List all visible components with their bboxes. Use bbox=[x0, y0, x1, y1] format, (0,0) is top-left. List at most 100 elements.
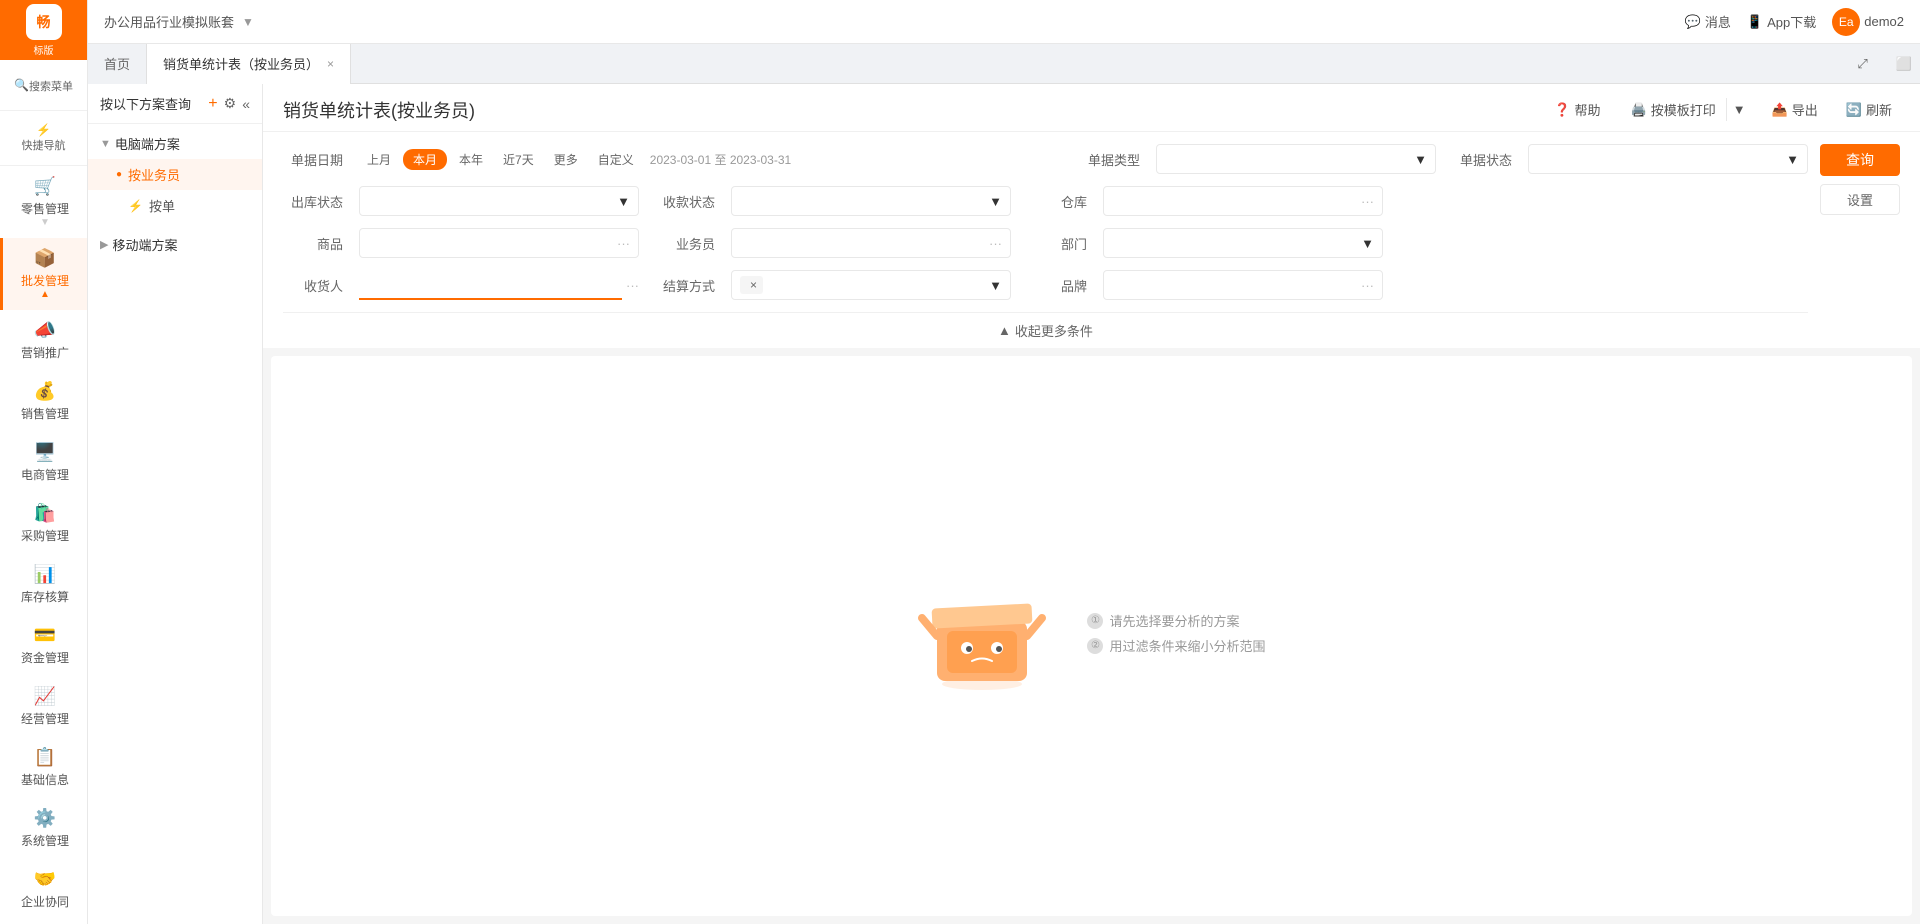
system-icon: ⚙️ bbox=[34, 808, 56, 829]
add-scheme-icon[interactable]: + bbox=[208, 95, 217, 113]
collapse-conditions-bar[interactable]: ▲ 收起更多条件 bbox=[283, 312, 1808, 348]
settlement-clear-icon[interactable]: × bbox=[750, 278, 757, 292]
doc-type-select[interactable]: ▼ bbox=[1156, 144, 1436, 174]
sidebar-item-sales[interactable]: 💰 销售管理 bbox=[0, 371, 87, 432]
sidebar-item-newbie[interactable]: 🎯 新手引导 bbox=[0, 920, 87, 924]
goods-dots[interactable]: ··· bbox=[617, 236, 630, 251]
date-tab-custom[interactable]: 自定义 bbox=[590, 149, 642, 170]
app-download-action[interactable]: 📱 App下载 bbox=[1747, 12, 1816, 31]
doc-status-select[interactable]: ▼ bbox=[1528, 144, 1808, 174]
settings-button[interactable]: 设置 bbox=[1820, 184, 1900, 215]
date-tab-this-month[interactable]: 本月 bbox=[403, 149, 447, 170]
warehouse-dots[interactable]: ··· bbox=[1361, 194, 1374, 209]
scheme-item-by-order[interactable]: ⚡ 按单 bbox=[88, 190, 262, 221]
date-tab-more[interactable]: 更多 bbox=[546, 149, 586, 170]
avatar: Ea bbox=[1832, 8, 1860, 36]
department-label: 部门 bbox=[1027, 234, 1087, 253]
empty-tip-1: ① 请先选择要分析的方案 bbox=[1087, 611, 1265, 630]
print-button[interactable]: 🖨️ 按模板打印 bbox=[1621, 96, 1726, 123]
salesperson-dots[interactable]: ··· bbox=[989, 236, 1002, 251]
wholesale-label: 批发管理 bbox=[21, 272, 69, 289]
department-select[interactable]: ▼ bbox=[1103, 228, 1383, 258]
industry-dropdown-arrow[interactable]: ▼ bbox=[242, 15, 254, 29]
collapse-icon: ▲ bbox=[998, 323, 1011, 338]
tab-maximize-button[interactable]: ⬜ bbox=[1888, 56, 1920, 72]
sidebar-item-wholesale[interactable]: 📦 批发管理 ▲ bbox=[0, 238, 87, 310]
export-button[interactable]: 📤 导出 bbox=[1764, 96, 1826, 123]
collapse-panel-icon[interactable]: « bbox=[242, 96, 250, 112]
out-status-select[interactable]: ▼ bbox=[359, 186, 639, 216]
desktop-scheme-header[interactable]: ▼ 电脑端方案 bbox=[88, 128, 262, 159]
sales-label: 销售管理 bbox=[21, 405, 69, 422]
app-logo[interactable]: 畅 标版 bbox=[0, 0, 87, 60]
sidebar-item-operation[interactable]: 📈 经营管理 bbox=[0, 676, 87, 737]
doc-status-label: 单据状态 bbox=[1452, 150, 1512, 169]
app-subtitle: 标版 bbox=[34, 42, 54, 57]
user-profile[interactable]: Ea demo2 bbox=[1832, 8, 1904, 36]
filter-row-1: 单据日期 上月 本月 本年 近7天 更多 自定义 20 bbox=[283, 144, 1808, 174]
receiver-input[interactable] bbox=[359, 270, 622, 300]
tab-expand-button[interactable]: ⤢ bbox=[1845, 56, 1879, 72]
receiver-dots[interactable]: ··· bbox=[626, 278, 639, 293]
date-tab-this-year[interactable]: 本年 bbox=[451, 149, 491, 170]
goods-select[interactable]: ··· bbox=[359, 228, 639, 258]
tab-sales-stats[interactable]: 销货单统计表（按业务员） × bbox=[147, 44, 351, 84]
action-buttons-column: 查询 设置 bbox=[1820, 144, 1900, 215]
left-query-panel: 按以下方案查询 + ⚙ « ▼ 电脑端方案 ● 按业务员 ⚡ 按 bbox=[88, 84, 263, 924]
quick-nav-section: ⚡ 快捷导航 bbox=[0, 111, 87, 166]
maximize-icon: ⬜ bbox=[1896, 56, 1912, 71]
receiver-value: ··· bbox=[359, 270, 639, 300]
help-button[interactable]: ❓ 帮助 bbox=[1546, 96, 1608, 123]
print-dropdown-arrow[interactable]: ▼ bbox=[1726, 98, 1752, 121]
brand-select[interactable]: ··· bbox=[1103, 270, 1383, 300]
date-tab-last-month[interactable]: 上月 bbox=[359, 149, 399, 170]
sidebar-item-inventory[interactable]: 📊 库存核算 bbox=[0, 554, 87, 615]
sidebar-item-purchase[interactable]: 🛍️ 采购管理 bbox=[0, 493, 87, 554]
out-status-arrow: ▼ bbox=[617, 194, 630, 209]
purchase-label: 采购管理 bbox=[21, 527, 69, 544]
operation-label: 经营管理 bbox=[21, 710, 69, 727]
filter-row-2: 出库状态 ▼ 收款状态 ▼ bbox=[283, 186, 1808, 216]
scheme-item-by-salesperson[interactable]: ● 按业务员 bbox=[88, 159, 262, 190]
sidebar-item-finance[interactable]: 💳 资金管理 bbox=[0, 615, 87, 676]
sidebar-item-enterprise[interactable]: 🤝 企业协同 bbox=[0, 859, 87, 920]
tab-close-icon[interactable]: × bbox=[327, 57, 334, 71]
tab-home[interactable]: 首页 bbox=[88, 44, 147, 84]
mobile-scheme-header[interactable]: ▶ 移动端方案 bbox=[88, 229, 262, 260]
refresh-label: 刷新 bbox=[1866, 100, 1892, 119]
section-arrow-down: ▼ bbox=[100, 138, 111, 150]
topbar-right: 💬 消息 📱 App下载 Ea demo2 bbox=[1685, 8, 1904, 36]
username-label: demo2 bbox=[1864, 14, 1904, 29]
settlement-select[interactable]: × ▼ bbox=[731, 270, 1011, 300]
settlement-clear-tag[interactable]: × bbox=[740, 276, 763, 294]
export-icon: 📤 bbox=[1772, 102, 1788, 118]
date-tab-7days[interactable]: 近7天 bbox=[495, 149, 542, 170]
tip-text-1: 请先选择要分析的方案 bbox=[1109, 611, 1239, 630]
marketing-label: 营销推广 bbox=[21, 344, 69, 361]
salesperson-select[interactable]: ··· bbox=[731, 228, 1011, 258]
expand-icon: ⤢ bbox=[1857, 56, 1867, 71]
search-menu-item[interactable]: 🔍 搜索菜单 bbox=[8, 70, 79, 100]
settings-scheme-icon[interactable]: ⚙ bbox=[224, 95, 237, 112]
sidebar-item-retail[interactable]: 🛒 零售管理 ▼ bbox=[0, 166, 87, 238]
nav-icon: ⚡ bbox=[36, 123, 51, 137]
main-content: 办公用品行业模拟账套 ▼ 💬 消息 📱 App下载 Ea demo2 首页 bbox=[88, 0, 1920, 924]
refresh-button[interactable]: 🔄 刷新 bbox=[1838, 96, 1900, 123]
sidebar-item-basic[interactable]: 📋 基础信息 bbox=[0, 737, 87, 798]
order-scheme-label: 按单 bbox=[149, 196, 175, 215]
message-action[interactable]: 💬 消息 bbox=[1685, 12, 1731, 31]
warehouse-select[interactable]: ··· bbox=[1103, 186, 1383, 216]
sidebar-item-marketing[interactable]: 📣 营销推广 bbox=[0, 310, 87, 371]
receipt-status-select[interactable]: ▼ bbox=[731, 186, 1011, 216]
system-label: 系统管理 bbox=[21, 832, 69, 849]
brand-dots[interactable]: ··· bbox=[1361, 278, 1374, 293]
sidebar-item-ecommerce[interactable]: 🖥️ 电商管理 bbox=[0, 432, 87, 493]
print-icon: 🖨️ bbox=[1631, 102, 1647, 118]
retail-label: 零售管理 bbox=[21, 200, 69, 217]
quick-nav-item[interactable]: ⚡ 快捷导航 bbox=[0, 115, 87, 161]
doc-type-label: 单据类型 bbox=[1080, 150, 1140, 169]
finance-label: 资金管理 bbox=[21, 649, 69, 666]
message-icon: 💬 bbox=[1685, 14, 1701, 30]
sidebar-item-system[interactable]: ⚙️ 系统管理 bbox=[0, 798, 87, 859]
query-button[interactable]: 查询 bbox=[1820, 144, 1900, 176]
